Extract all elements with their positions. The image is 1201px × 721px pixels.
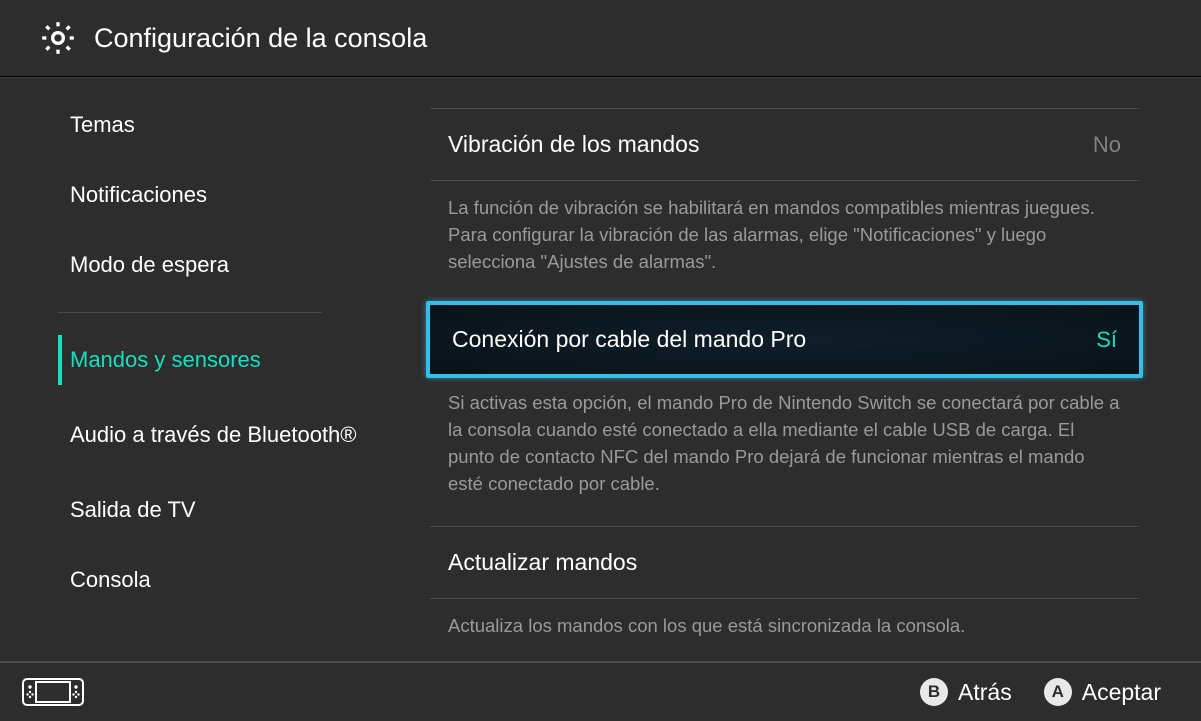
main-panel: Vibración de los mandos No La función de… bbox=[370, 78, 1201, 661]
console-icon[interactable] bbox=[22, 678, 84, 706]
sidebar-item-notificaciones[interactable]: Notificaciones bbox=[0, 160, 370, 230]
sidebar-item-label: Consola bbox=[70, 567, 151, 593]
footer: B Atrás A Aceptar bbox=[0, 661, 1201, 721]
sidebar-item-label: Salida de TV bbox=[70, 497, 196, 523]
sidebar-item-salida-tv[interactable]: Salida de TV bbox=[0, 475, 370, 545]
sidebar-item-audio-bluetooth[interactable]: Audio a través de Bluetooth® bbox=[0, 395, 370, 475]
sidebar-item-label: Temas bbox=[70, 112, 135, 138]
row-label: Conexión por cable del mando Pro bbox=[452, 326, 806, 353]
sidebar-item-modo-espera[interactable]: Modo de espera bbox=[0, 230, 370, 300]
accept-label: Aceptar bbox=[1082, 679, 1161, 706]
sidebar: Temas Notificaciones Modo de espera Mand… bbox=[0, 78, 370, 661]
row-wired-pro[interactable]: Conexión por cable del mando Pro Sí bbox=[426, 301, 1143, 378]
page-title: Configuración de la consola bbox=[94, 23, 427, 54]
update-description: Actualiza los mandos con los que está si… bbox=[430, 599, 1139, 640]
sidebar-item-label: Notificaciones bbox=[70, 182, 207, 208]
row-vibration[interactable]: Vibración de los mandos No bbox=[430, 108, 1139, 181]
sidebar-item-label: Modo de espera bbox=[70, 252, 229, 278]
sidebar-item-temas[interactable]: Temas bbox=[0, 90, 370, 160]
vibration-description: La función de vibración se habilitará en… bbox=[430, 181, 1139, 303]
back-label: Atrás bbox=[958, 679, 1012, 706]
sidebar-divider bbox=[58, 312, 322, 313]
row-label: Vibración de los mandos bbox=[448, 131, 699, 158]
row-value: Sí bbox=[1096, 327, 1117, 353]
sidebar-item-label: Audio a través de Bluetooth® bbox=[70, 421, 357, 450]
sidebar-item-consola[interactable]: Consola bbox=[0, 545, 370, 615]
accept-button[interactable]: A Aceptar bbox=[1044, 678, 1161, 706]
row-label: Actualizar mandos bbox=[448, 549, 637, 576]
row-value: No bbox=[1093, 132, 1121, 158]
gear-icon bbox=[38, 18, 78, 58]
sidebar-item-mandos-sensores[interactable]: Mandos y sensores bbox=[0, 325, 370, 395]
row-update-controllers[interactable]: Actualizar mandos bbox=[430, 526, 1139, 599]
b-button-icon: B bbox=[920, 678, 948, 706]
wired-description: Si activas esta opción, el mando Pro de … bbox=[430, 376, 1139, 525]
header: Configuración de la consola bbox=[0, 0, 1201, 77]
a-button-icon: A bbox=[1044, 678, 1072, 706]
back-button[interactable]: B Atrás bbox=[920, 678, 1012, 706]
sidebar-item-label: Mandos y sensores bbox=[70, 347, 261, 373]
